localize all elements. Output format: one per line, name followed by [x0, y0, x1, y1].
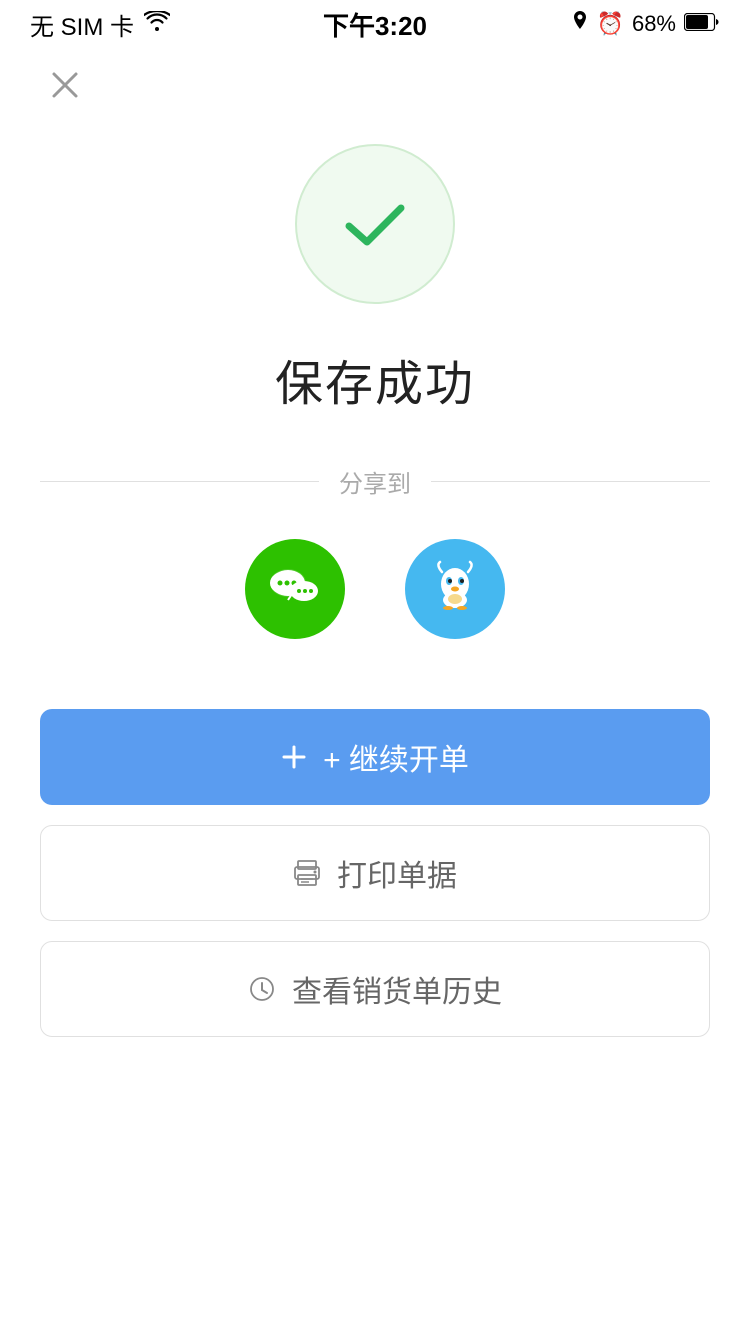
success-title: 保存成功	[275, 344, 475, 414]
history-label: 查看销货单历史	[292, 967, 502, 1011]
clock-icon	[248, 975, 276, 1003]
qq-share-button[interactable]	[405, 539, 505, 639]
close-button[interactable]	[40, 60, 90, 110]
status-left: 无 SIM 卡	[30, 7, 170, 42]
battery-text: 68%	[632, 11, 676, 37]
status-right: ⏰ 68%	[571, 11, 720, 37]
wifi-icon	[144, 10, 170, 38]
divider-line-left	[40, 481, 319, 482]
alarm-icon: ⏰	[597, 11, 624, 37]
share-icons	[40, 539, 710, 639]
status-bar: 无 SIM 卡 下午3:20 ⏰ 68%	[0, 0, 750, 44]
battery-icon	[684, 11, 720, 37]
printer-icon	[293, 859, 321, 887]
history-button[interactable]: 查看销货单历史	[40, 941, 710, 1037]
share-section: 分享到	[0, 464, 750, 709]
print-label: 打印单据	[337, 851, 457, 895]
continue-button[interactable]: + 继续开单	[40, 709, 710, 805]
no-sim-text: 无 SIM 卡	[30, 7, 134, 42]
status-time: 下午3:20	[323, 6, 427, 43]
main-content: 保存成功 分享到	[0, 44, 750, 1037]
success-circle	[295, 144, 455, 304]
share-label: 分享到	[339, 464, 411, 499]
buttons-section: + 继续开单 打印单据	[0, 709, 750, 1037]
location-icon	[571, 11, 589, 37]
wechat-share-button[interactable]	[245, 539, 345, 639]
share-divider: 分享到	[40, 464, 710, 499]
print-button[interactable]: 打印单据	[40, 825, 710, 921]
continue-label: + 继续开单	[323, 735, 469, 779]
plus-icon	[281, 744, 307, 770]
divider-line-right	[431, 481, 710, 482]
